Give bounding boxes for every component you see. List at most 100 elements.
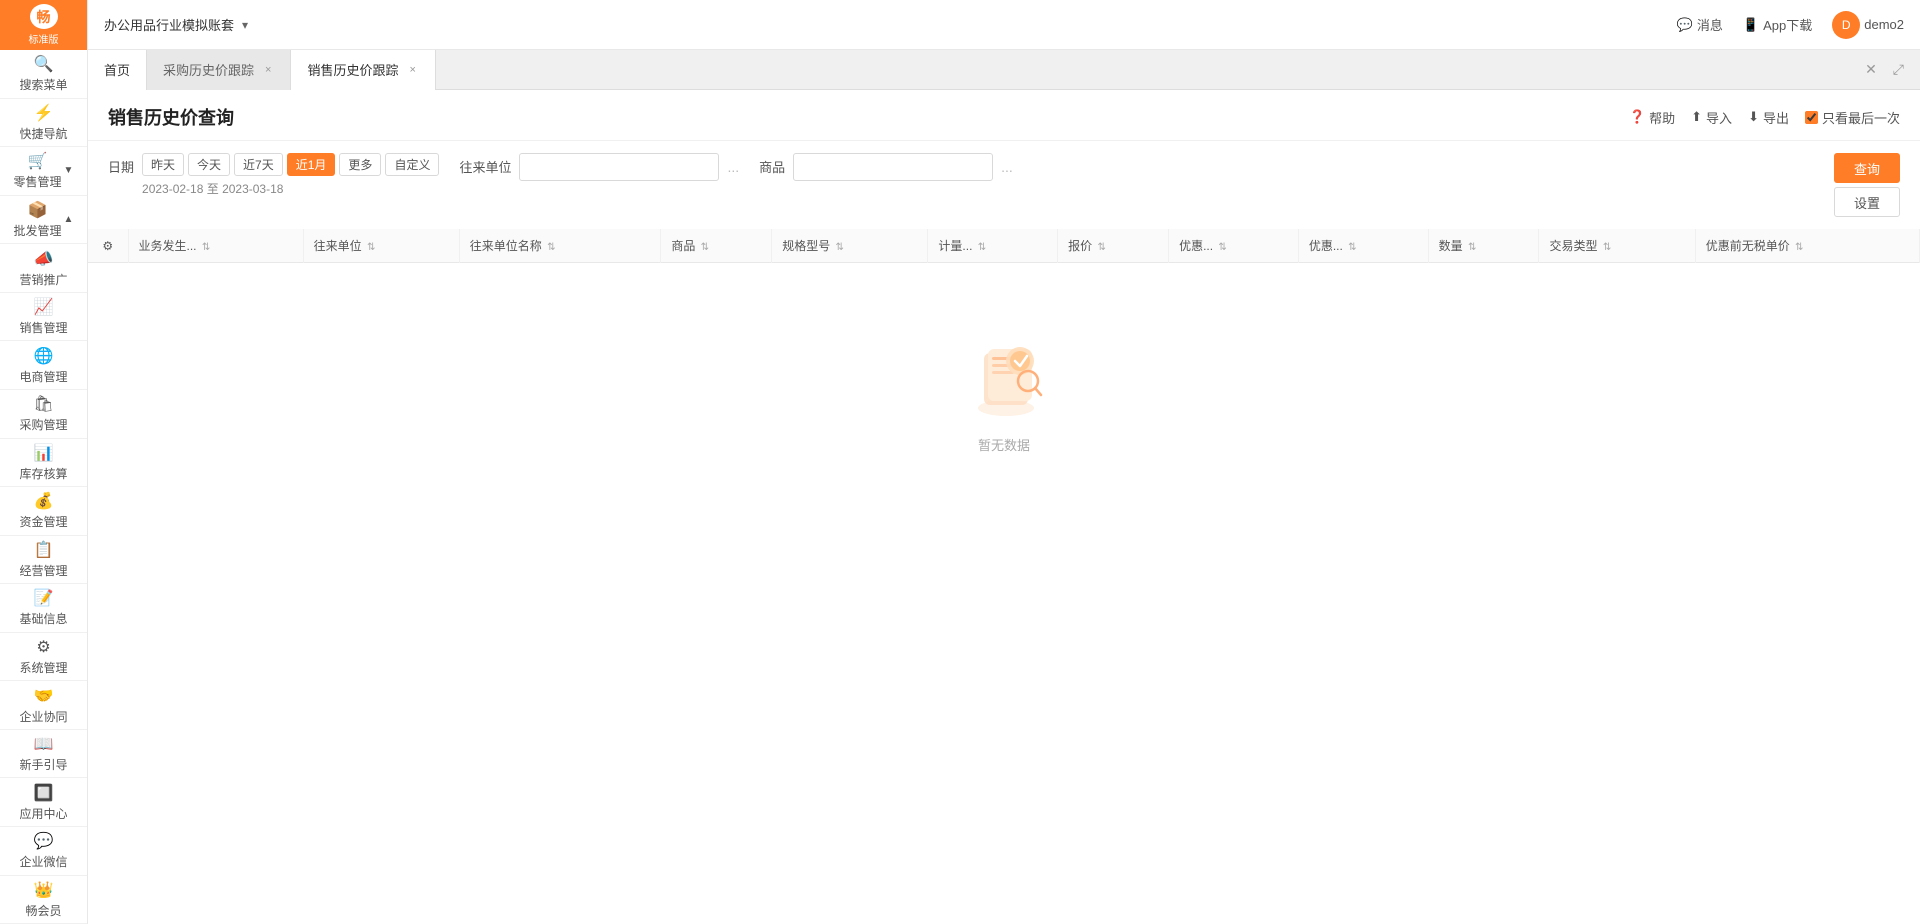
- col-spec[interactable]: 规格型号 ⇅: [772, 229, 928, 263]
- basic-icon: 📝: [34, 588, 54, 608]
- col-quantity[interactable]: 数量 ⇅: [1428, 229, 1539, 263]
- sidebar-item-apps[interactable]: 🔲 应用中心: [0, 778, 87, 827]
- source-unit-input-group: ...: [519, 153, 739, 181]
- empty-text: 暂无数据: [978, 435, 1030, 454]
- sidebar-item-label: 新手引导: [19, 756, 67, 773]
- sidebar-item-inventory[interactable]: 📊 库存核算: [0, 439, 87, 488]
- sidebar-item-shortcuts[interactable]: ⚡ 快捷导航: [0, 99, 87, 148]
- col-unit-name[interactable]: 往来单位名称 ⇅: [459, 229, 661, 263]
- export-button[interactable]: ⬇ 导出: [1748, 108, 1789, 127]
- sidebar-item-ecommerce[interactable]: 🌐 电商管理: [0, 341, 87, 390]
- topbar-right: 💬 消息 📱 App下载 D demo2: [1677, 11, 1904, 39]
- col-unit[interactable]: 计量... ⇅: [928, 229, 1058, 263]
- col-unit-code[interactable]: 往来单位 ⇅: [303, 229, 459, 263]
- date-btn-7days[interactable]: 近7天: [234, 153, 283, 176]
- sidebar-item-system[interactable]: ⚙ 系统管理: [0, 633, 87, 682]
- col-settings[interactable]: ⚙: [88, 229, 128, 263]
- help-icon: ❓: [1629, 109, 1645, 125]
- tab-sales[interactable]: 销售历史价跟踪 ×: [291, 50, 435, 90]
- page-title: 销售历史价查询: [108, 104, 234, 130]
- tab-sales-label: 销售历史价跟踪: [307, 60, 398, 79]
- date-btn-today[interactable]: 今天: [188, 153, 230, 176]
- filter-buttons: 查询 设置: [1834, 153, 1900, 217]
- col-price[interactable]: 报价 ⇅: [1058, 229, 1169, 263]
- system-icon: ⚙: [36, 637, 50, 657]
- date-filter-group: 日期 昨天 今天 近7天 近1月 更多 自定义 2023-02-18 至 202…: [108, 153, 439, 197]
- sidebar-item-operations[interactable]: 📋 经营管理: [0, 536, 87, 585]
- source-unit-dots[interactable]: ...: [727, 159, 739, 175]
- col-trade-type[interactable]: 交易类型 ⇅: [1539, 229, 1695, 263]
- retail-arrow-icon: ▼: [64, 165, 74, 176]
- purchase-icon: 🛍: [33, 394, 53, 414]
- col-biz-date[interactable]: 业务发生... ⇅: [128, 229, 303, 263]
- tab-sales-close[interactable]: ×: [406, 63, 418, 77]
- date-btn-more[interactable]: 更多: [339, 153, 381, 176]
- sidebar-item-sales-mgmt[interactable]: 📈 销售管理: [0, 293, 87, 342]
- sidebar-item-basic[interactable]: 📝 基础信息: [0, 584, 87, 633]
- sidebar-item-label: 企业微信: [19, 853, 67, 870]
- sidebar-item-finance[interactable]: 💰 资金管理: [0, 487, 87, 536]
- product-dots[interactable]: ...: [1001, 159, 1013, 175]
- import-button[interactable]: ⬆ 导入: [1691, 108, 1732, 127]
- data-table: ⚙ 业务发生... ⇅ 往来单位 ⇅ 往来单位名称 ⇅ 商品 ⇅ 规格型号 ⇅ …: [88, 229, 1920, 263]
- tab-home[interactable]: 首页: [88, 50, 147, 90]
- topbar-title: 办公用品行业模拟账套: [104, 15, 234, 34]
- retail-icon: 🛒: [28, 151, 48, 171]
- sidebar-item-purchase[interactable]: 🛍 采购管理: [0, 390, 87, 439]
- help-button[interactable]: ❓ 帮助: [1629, 108, 1675, 127]
- product-input[interactable]: [793, 153, 993, 181]
- date-buttons: 昨天 今天 近7天 近1月 更多 自定义: [142, 153, 439, 176]
- col-product[interactable]: 商品 ⇅: [661, 229, 772, 263]
- operations-icon: 📋: [34, 540, 54, 560]
- user-menu[interactable]: D demo2: [1832, 11, 1904, 39]
- sidebar-item-search[interactable]: 🔍 搜索菜单: [0, 50, 87, 99]
- sidebar-item-label: 库存核算: [19, 465, 67, 482]
- tab-purchase[interactable]: 采购历史价跟踪 ×: [147, 50, 291, 90]
- import-label: 导入: [1706, 108, 1732, 127]
- sidebar-item-retail[interactable]: 🛒 零售管理 ▼: [0, 147, 87, 196]
- shortcuts-icon: ⚡: [34, 103, 54, 123]
- source-unit-input[interactable]: [519, 153, 719, 181]
- sidebar-item-label: 搜索菜单: [19, 76, 67, 93]
- product-filter-group: 商品 ...: [759, 153, 1013, 181]
- tab-actions: ✕ ⤢: [1861, 57, 1920, 82]
- only-last-checkbox[interactable]: [1805, 111, 1818, 124]
- sidebar-item-label: 销售管理: [19, 319, 67, 336]
- avatar: D: [1832, 11, 1860, 39]
- sidebar: 畅 标准版 🔍 搜索菜单 ⚡ 快捷导航 🛒 零售管理 ▼ 📦 批发管理 ▲ 📣 …: [0, 0, 88, 924]
- message-button[interactable]: 💬 消息: [1677, 15, 1723, 34]
- close-all-button[interactable]: ✕: [1861, 57, 1881, 82]
- col-discount2[interactable]: 优惠... ⇅: [1298, 229, 1428, 263]
- query-button[interactable]: 查询: [1834, 153, 1900, 183]
- tab-purchase-close[interactable]: ×: [262, 63, 274, 77]
- sidebar-item-wechat[interactable]: 💬 企业微信: [0, 827, 87, 876]
- sidebar-item-label: 企业协同: [19, 708, 67, 725]
- date-btn-yesterday[interactable]: 昨天: [142, 153, 184, 176]
- settings-button[interactable]: 设置: [1834, 187, 1900, 217]
- sidebar-item-label: 电商管理: [19, 368, 67, 385]
- date-btn-custom[interactable]: 自定义: [385, 153, 439, 176]
- page-actions: ❓ 帮助 ⬆ 导入 ⬇ 导出 只看最后一次: [1629, 108, 1900, 127]
- maximize-button[interactable]: ⤢: [1889, 57, 1908, 82]
- app-download-icon: 📱: [1743, 17, 1759, 33]
- sidebar-item-marketing[interactable]: 📣 营销推广: [0, 244, 87, 293]
- col-pre-tax-price[interactable]: 优惠前无税单价 ⇅: [1695, 229, 1919, 263]
- sidebar-item-wholesale[interactable]: 📦 批发管理 ▲: [0, 196, 87, 245]
- sidebar-item-membership[interactable]: 👑 畅会员: [0, 876, 87, 924]
- topbar-dropdown-icon[interactable]: ▾: [242, 18, 248, 32]
- app-download-label: App下载: [1763, 15, 1812, 34]
- sidebar-item-guide[interactable]: 📖 新手引导: [0, 730, 87, 779]
- sidebar-logo: 畅 标准版: [0, 0, 87, 50]
- date-btn-1month[interactable]: 近1月: [287, 153, 336, 176]
- export-icon: ⬇: [1748, 109, 1759, 125]
- only-last-label: 只看最后一次: [1822, 108, 1900, 127]
- import-icon: ⬆: [1691, 109, 1702, 125]
- col-discount1[interactable]: 优惠... ⇅: [1169, 229, 1299, 263]
- sidebar-item-label: 畅会员: [25, 902, 61, 919]
- export-label: 导出: [1763, 108, 1789, 127]
- sidebar-item-cooperation[interactable]: 🤝 企业协同: [0, 681, 87, 730]
- logo-icon: 畅: [30, 4, 58, 29]
- sidebar-item-label: 营销推广: [19, 271, 67, 288]
- app-download-button[interactable]: 📱 App下载: [1743, 15, 1812, 34]
- message-label: 消息: [1697, 15, 1723, 34]
